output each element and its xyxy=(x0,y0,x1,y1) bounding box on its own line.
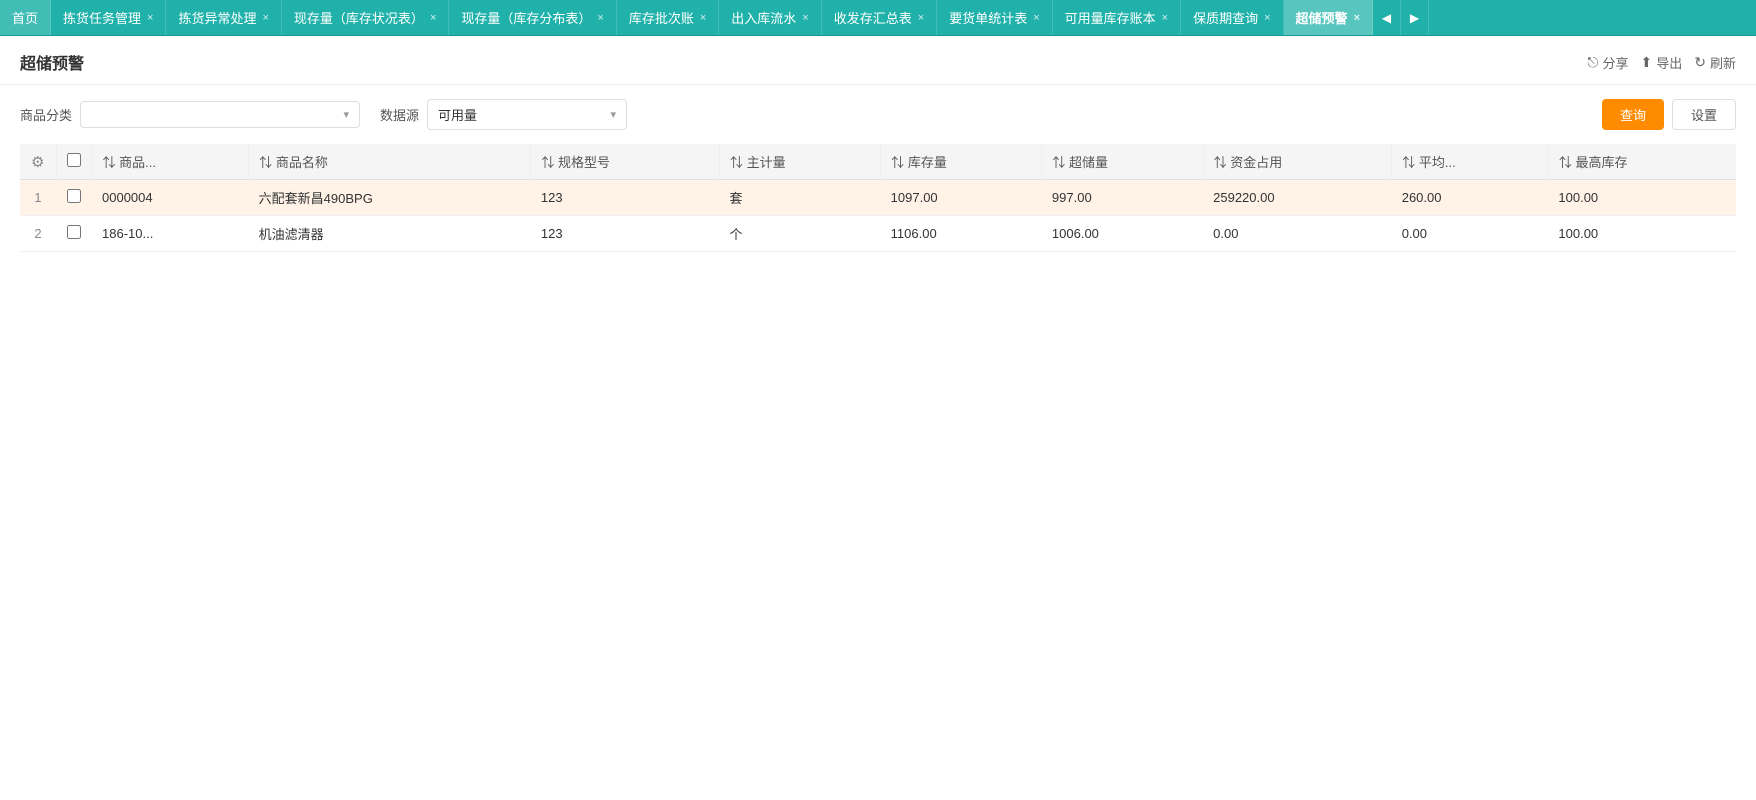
nav-tab-batch[interactable]: 库存批次账 × xyxy=(617,0,719,36)
avg: 260.00 xyxy=(1392,180,1549,216)
overstock: 1006.00 xyxy=(1042,216,1203,252)
row-num: 1 xyxy=(20,180,56,216)
unit: 套 xyxy=(719,180,880,216)
capital: 259220.00 xyxy=(1203,180,1392,216)
settings-button[interactable]: 设置 xyxy=(1672,99,1736,130)
close-tab-icon[interactable]: × xyxy=(802,12,808,24)
datasource-label: 数据源 xyxy=(380,105,419,124)
avg: 0.00 xyxy=(1392,216,1549,252)
share-button[interactable]: ⎋ 分享 xyxy=(1587,53,1628,72)
col-product-name[interactable]: ⇅ 商品名称 xyxy=(249,144,531,180)
close-tab-icon[interactable]: × xyxy=(430,12,436,24)
close-tab-icon[interactable]: × xyxy=(262,12,268,24)
nav-tab-order-stats[interactable]: 要货单统计表 × xyxy=(937,0,1052,36)
nav-tab-inout-flow[interactable]: 出入库流水 × xyxy=(719,0,821,36)
close-tab-icon[interactable]: × xyxy=(1264,12,1270,24)
capital: 0.00 xyxy=(1203,216,1392,252)
close-tab-icon[interactable]: × xyxy=(147,12,153,24)
filter-actions: 查询 设置 xyxy=(1602,99,1736,130)
category-filter: 商品分类 ▾ xyxy=(20,101,360,128)
export-button[interactable]: ⬆ 导出 xyxy=(1641,53,1683,72)
datasource-select[interactable]: 可用量 ▾ xyxy=(427,99,627,130)
share-icon: ⎋ xyxy=(1587,54,1598,71)
query-button[interactable]: 查询 xyxy=(1602,99,1664,130)
nav-tab-inventory-dist[interactable]: 现存量（库存分布表） × xyxy=(449,0,616,36)
chevron-down-icon-2: ▾ xyxy=(611,108,617,121)
max-stock: 100.00 xyxy=(1548,216,1736,252)
product-code: 186-10... xyxy=(92,216,249,252)
spec: 123 xyxy=(531,216,720,252)
page-content: 超储预警 ⎋ 分享 ⬆ 导出 ↻ 刷新 商品分类 ▾ 数据源 xyxy=(0,36,1756,800)
nav-tab-inventory-status[interactable]: 现存量（库存状况表） × xyxy=(282,0,449,36)
datasource-filter: 数据源 可用量 ▾ xyxy=(380,99,627,130)
chevron-down-icon: ▾ xyxy=(343,108,349,121)
nav-arrow-left[interactable]: ◀ xyxy=(1373,0,1401,36)
close-tab-icon[interactable]: × xyxy=(1162,12,1168,24)
nav-tab-avail-account[interactable]: 可用量库存账本 × xyxy=(1053,0,1181,36)
max-stock: 100.00 xyxy=(1548,180,1736,216)
nav-tab-collect-total[interactable]: 收发存汇总表 × xyxy=(822,0,937,36)
header-actions: ⎋ 分享 ⬆ 导出 ↻ 刷新 xyxy=(1587,53,1736,72)
refresh-button[interactable]: ↻ 刷新 xyxy=(1694,53,1736,72)
nav-tab-abnormal[interactable]: 拣货异常处理 × xyxy=(166,0,281,36)
product-code: 0000004 xyxy=(92,180,249,216)
page-header: 超储预警 ⎋ 分享 ⬆ 导出 ↻ 刷新 xyxy=(0,36,1756,85)
col-stock[interactable]: ⇅ 库存量 xyxy=(881,144,1042,180)
close-tab-icon[interactable]: × xyxy=(700,12,706,24)
close-tab-icon[interactable]: × xyxy=(597,12,603,24)
select-all-checkbox[interactable] xyxy=(67,153,81,167)
nav-tab-quality-check[interactable]: 保质期查询 × xyxy=(1181,0,1283,36)
col-unit[interactable]: ⇅ 主计量 xyxy=(719,144,880,180)
col-checkbox-all[interactable] xyxy=(56,144,92,180)
category-label: 商品分类 xyxy=(20,105,72,124)
stock: 1097.00 xyxy=(881,180,1042,216)
data-table: ⚙ ⇅ 商品... ⇅ 商品名称 ⇅ 规格型号 ⇅ 主计量 xyxy=(20,144,1736,252)
top-nav: 首页拣货任务管理 ×拣货异常处理 ×现存量（库存状况表） ×现存量（库存分布表）… xyxy=(0,0,1756,36)
nav-tab-overstock[interactable]: 超储预警 × xyxy=(1284,0,1373,36)
table-header-row: ⚙ ⇅ 商品... ⇅ 商品名称 ⇅ 规格型号 ⇅ 主计量 xyxy=(20,144,1736,180)
category-value xyxy=(91,107,335,122)
settings-gear-icon[interactable]: ⚙ xyxy=(31,154,44,171)
page-title: 超储预警 xyxy=(20,50,84,74)
col-overstock[interactable]: ⇅ 超储量 xyxy=(1042,144,1203,180)
category-select[interactable]: ▾ xyxy=(80,101,360,128)
refresh-icon: ↻ xyxy=(1694,54,1706,71)
nav-tab-task-mgmt[interactable]: 拣货任务管理 × xyxy=(51,0,166,36)
col-gear: ⚙ xyxy=(20,144,56,180)
unit: 个 xyxy=(719,216,880,252)
product-name: 机油滤清器 xyxy=(249,216,531,252)
row-checkbox[interactable] xyxy=(67,225,81,239)
row-checkbox[interactable] xyxy=(67,189,81,203)
col-product-code[interactable]: ⇅ 商品... xyxy=(92,144,249,180)
close-tab-icon[interactable]: × xyxy=(1354,12,1360,24)
col-avg[interactable]: ⇅ 平均... xyxy=(1392,144,1549,180)
table-container: ⚙ ⇅ 商品... ⇅ 商品名称 ⇅ 规格型号 ⇅ 主计量 xyxy=(0,144,1756,252)
table-row: 1 0000004 六配套新昌490BPG 123 套 1097.00 997.… xyxy=(20,180,1736,216)
col-capital[interactable]: ⇅ 资金占用 xyxy=(1203,144,1392,180)
filter-bar: 商品分类 ▾ 数据源 可用量 ▾ 查询 设置 xyxy=(0,85,1756,144)
product-name: 六配套新昌490BPG xyxy=(249,180,531,216)
nav-tab-home[interactable]: 首页 xyxy=(0,0,51,36)
row-checkbox-cell[interactable] xyxy=(56,180,92,216)
stock: 1106.00 xyxy=(881,216,1042,252)
export-icon: ⬆ xyxy=(1641,54,1653,71)
row-num: 2 xyxy=(20,216,56,252)
datasource-value: 可用量 xyxy=(438,105,602,124)
close-tab-icon[interactable]: × xyxy=(1033,12,1039,24)
row-checkbox-cell[interactable] xyxy=(56,216,92,252)
nav-arrow-right[interactable]: ▶ xyxy=(1401,0,1429,36)
table-row: 2 186-10... 机油滤清器 123 个 1106.00 1006.00 … xyxy=(20,216,1736,252)
col-max-stock[interactable]: ⇅ 最高库存 xyxy=(1548,144,1736,180)
overstock: 997.00 xyxy=(1042,180,1203,216)
spec: 123 xyxy=(531,180,720,216)
close-tab-icon[interactable]: × xyxy=(918,12,924,24)
col-spec[interactable]: ⇅ 规格型号 xyxy=(531,144,720,180)
